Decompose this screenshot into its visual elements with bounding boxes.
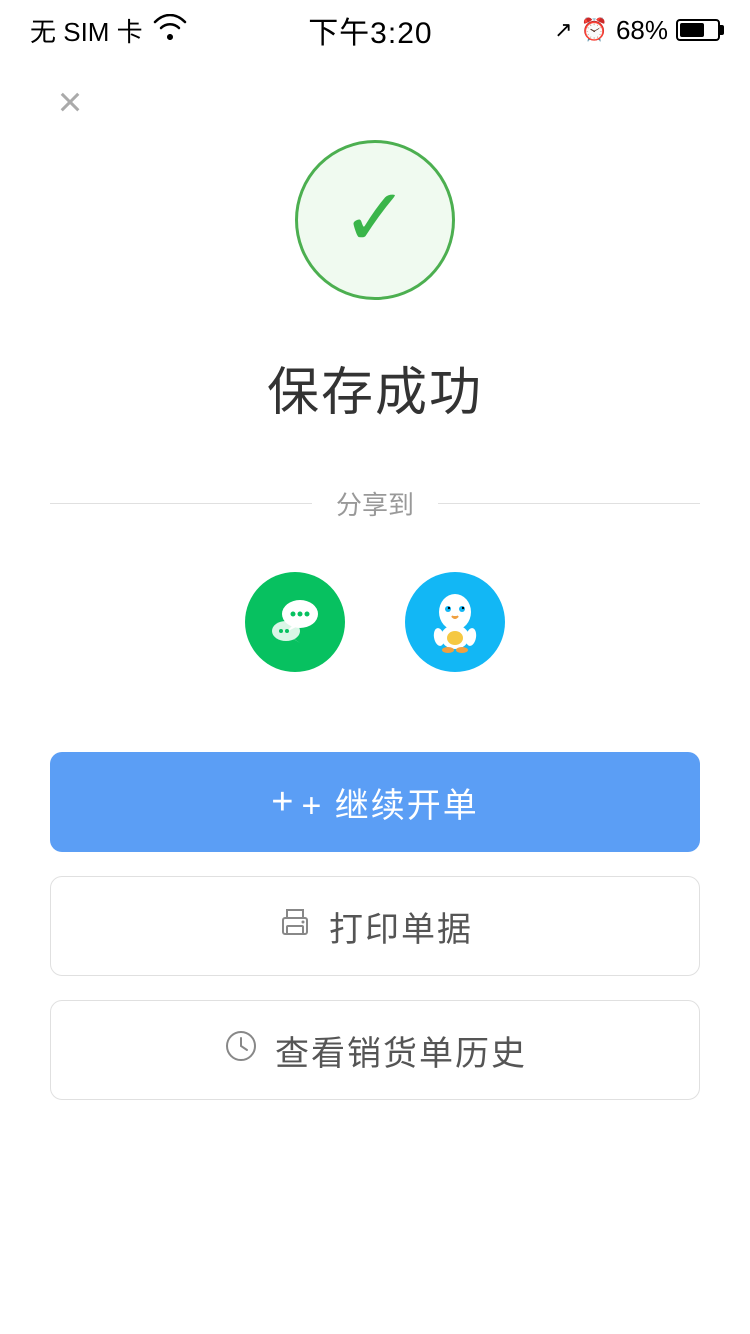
status-time: 下午3:20 [308,8,432,52]
no-sim-label: 无 SIM 卡 [30,12,143,49]
printer-icon [277,904,313,949]
share-divider: 分享到 [0,485,750,522]
share-label: 分享到 [312,485,438,522]
print-button[interactable]: 打印单据 [50,876,700,976]
location-icon: ↗ [554,17,572,43]
main-content: ✓ 保存成功 分享到 [0,60,750,1100]
qq-share-button[interactable] [405,572,505,672]
battery-indicator [676,19,720,41]
wechat-icon [266,597,324,647]
divider-left [50,503,312,504]
plus-icon: + [271,781,295,824]
success-title: 保存成功 [267,350,483,425]
share-icons [245,572,505,672]
print-label: 打印单据 [329,902,473,951]
history-button[interactable]: 查看销货单历史 [50,1000,700,1100]
wechat-share-button[interactable] [245,572,345,672]
battery-percent: 68% [616,15,668,46]
status-bar: 无 SIM 卡 下午3:20 ↗ ⏰ 68% [0,0,750,60]
continue-order-button[interactable]: + + 继续开单 [50,752,700,852]
status-left: 无 SIM 卡 [30,12,187,49]
close-button[interactable]: × [40,72,100,132]
clock-icon [223,1028,259,1073]
wifi-icon [153,14,187,47]
success-circle: ✓ [295,140,455,300]
qq-icon [425,590,485,655]
action-buttons: + + 继续开单 打印单据 [0,752,750,1100]
close-icon: × [58,81,83,123]
continue-order-label: + 继续开单 [301,778,478,827]
checkmark-icon: ✓ [341,178,408,258]
history-label: 查看销货单历史 [275,1026,527,1075]
divider-right [438,503,700,504]
status-right: ↗ ⏰ 68% [554,15,720,46]
alarm-icon: ⏰ [581,17,608,43]
